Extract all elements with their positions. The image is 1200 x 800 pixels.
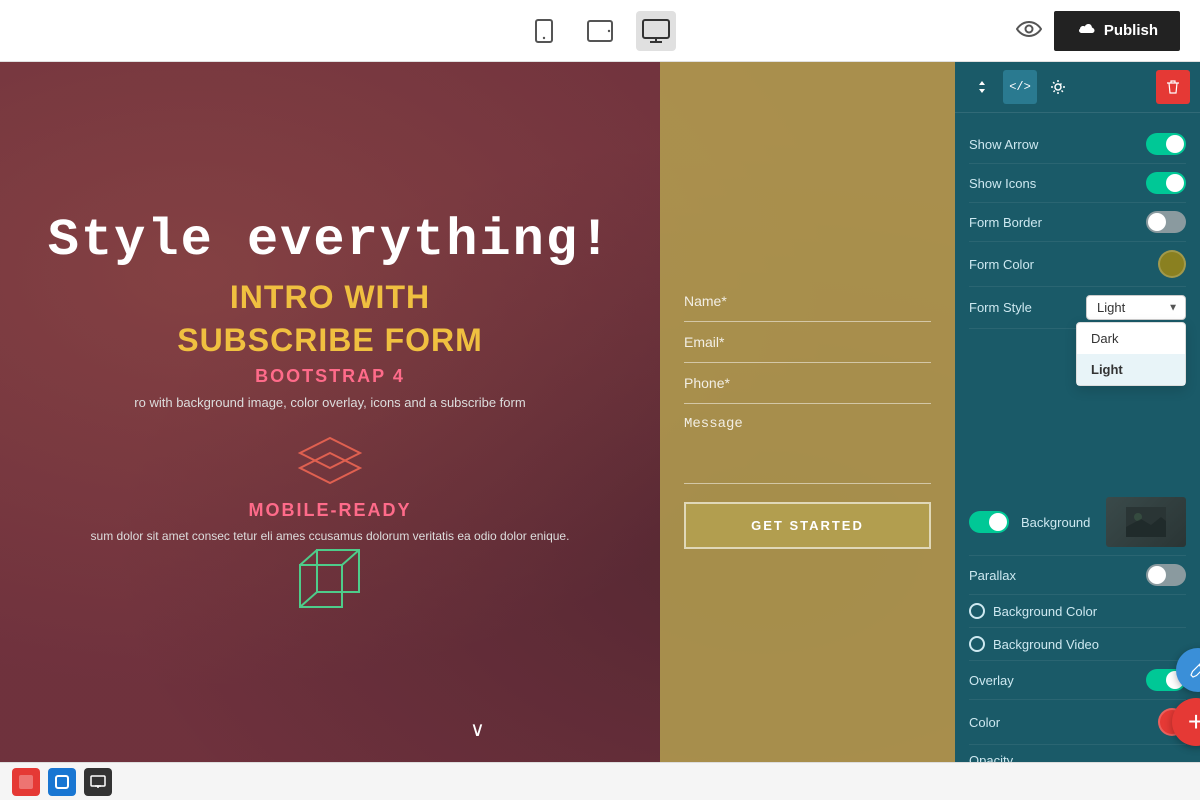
device-mobile-btn[interactable]: [524, 11, 564, 51]
parallax-toggle[interactable]: [1146, 564, 1186, 586]
form-style-dropdown-wrap: Dark Light ▼ Dark Light: [1086, 295, 1186, 320]
publish-button[interactable]: Publish: [1054, 11, 1180, 51]
toggle-thumb: [1166, 135, 1184, 153]
form-submit-button[interactable]: GET STARTED: [684, 502, 931, 549]
background-thumbnail[interactable]: [1106, 497, 1186, 547]
add-icon: +: [1188, 708, 1200, 736]
background-toggle[interactable]: [969, 511, 1009, 533]
topbar: Publish: [0, 0, 1200, 62]
stack-icon: [20, 433, 640, 488]
left-content: Style everything! INTRO WITH SUBSCRIBE F…: [0, 62, 660, 762]
background-left: Background: [969, 511, 1090, 533]
name-input[interactable]: [684, 281, 931, 322]
publish-label: Publish: [1104, 22, 1158, 39]
canvas: Style everything! INTRO WITH SUBSCRIBE F…: [0, 62, 955, 762]
overlay-row: Overlay: [969, 661, 1186, 700]
form-style-open-list: Dark Light: [1076, 322, 1186, 386]
topbar-right: Publish: [1016, 11, 1180, 51]
panel-body[interactable]: Show Arrow Show Icons Form Border: [955, 113, 1200, 762]
bottom-desktop-btn[interactable]: [84, 768, 112, 796]
canvas-content: Style everything! INTRO WITH SUBSCRIBE F…: [0, 62, 955, 762]
bottom-red-btn[interactable]: [12, 768, 40, 796]
bottom-blue-btn[interactable]: [48, 768, 76, 796]
bg-video-radio[interactable]: [969, 636, 985, 652]
show-arrow-toggle[interactable]: [1146, 133, 1186, 155]
phone-input[interactable]: [684, 363, 931, 404]
light-option-item[interactable]: Light: [1077, 354, 1185, 385]
bootstrap-label: BOOTSTRAP 4: [20, 366, 640, 387]
bg-color-label: Background Color: [993, 604, 1097, 619]
right-panel: </> Show Arrow: [955, 62, 1200, 762]
device-tablet-btn[interactable]: [580, 11, 620, 51]
email-input[interactable]: [684, 322, 931, 363]
background-row: Background: [969, 489, 1186, 556]
box-icon-wrap: [20, 545, 640, 615]
color-label: Color: [969, 715, 1000, 730]
bg-video-row: Background Video: [969, 628, 1186, 661]
show-icons-toggle[interactable]: [1146, 172, 1186, 194]
show-icons-row: Show Icons: [969, 164, 1186, 203]
preview-icon[interactable]: [1016, 18, 1042, 44]
show-icons-label: Show Icons: [969, 176, 1036, 191]
main-title: Style everything!: [20, 211, 640, 270]
show-arrow-label: Show Arrow: [969, 137, 1038, 152]
opacity-label: Opacity: [969, 753, 1013, 762]
form-border-label: Form Border: [969, 215, 1042, 230]
form-style-row: Form Style Dark Light ▼ Dark Light: [969, 287, 1186, 329]
form-color-swatch[interactable]: [1158, 250, 1186, 278]
form-border-toggle[interactable]: [1146, 211, 1186, 233]
subscribe-form: GET STARTED: [660, 62, 955, 762]
panel-toolbar: </>: [955, 62, 1200, 113]
form-style-label: Form Style: [969, 300, 1032, 315]
thumbnail-inner: [1106, 497, 1186, 547]
form-border-row: Form Border: [969, 203, 1186, 242]
device-desktop-btn[interactable]: [636, 11, 676, 51]
main-area: Style everything! INTRO WITH SUBSCRIBE F…: [0, 62, 1200, 762]
delete-tool-btn[interactable]: [1156, 70, 1190, 104]
toggle-thumb: [1148, 566, 1166, 584]
form-color-label: Form Color: [969, 257, 1034, 272]
sort-tool-btn[interactable]: [965, 70, 999, 104]
bg-video-label: Background Video: [993, 637, 1099, 652]
background-label: Background: [1021, 515, 1090, 530]
overlay-label: Overlay: [969, 673, 1014, 688]
scroll-indicator: ∨: [470, 717, 485, 742]
intro-title-line1: INTRO WITH: [20, 280, 640, 315]
parallax-row: Parallax: [969, 556, 1186, 595]
form-color-row: Form Color: [969, 242, 1186, 287]
settings-tool-btn[interactable]: [1041, 70, 1075, 104]
bg-color-row: Background Color: [969, 595, 1186, 628]
publish-cloud-icon: [1076, 21, 1096, 41]
code-icon: </>: [1009, 80, 1031, 94]
parallax-label: Parallax: [969, 568, 1016, 583]
toggle-thumb: [1148, 213, 1166, 231]
opacity-row: Opacity: [969, 745, 1186, 762]
code-tool-btn[interactable]: </>: [1003, 70, 1037, 104]
bottombar: [0, 762, 1200, 800]
submit-label: GET STARTED: [751, 518, 864, 533]
device-switcher: [524, 11, 676, 51]
bg-color-radio[interactable]: [969, 603, 985, 619]
color-row: Color: [969, 700, 1186, 745]
dark-option-item[interactable]: Dark: [1077, 323, 1185, 354]
toggle-thumb: [1166, 174, 1184, 192]
mobile-ready-label: MOBILE-READY: [20, 500, 640, 521]
message-input[interactable]: [684, 404, 931, 484]
description-text: ro with background image, color overlay,…: [20, 393, 640, 413]
form-style-select[interactable]: Dark Light: [1086, 295, 1186, 320]
show-arrow-row: Show Arrow: [969, 125, 1186, 164]
toggle-thumb: [989, 513, 1007, 531]
lorem-text: sum dolor sit amet consec tetur eli ames…: [20, 527, 640, 545]
intro-title-line2: SUBSCRIBE FORM: [20, 323, 640, 358]
